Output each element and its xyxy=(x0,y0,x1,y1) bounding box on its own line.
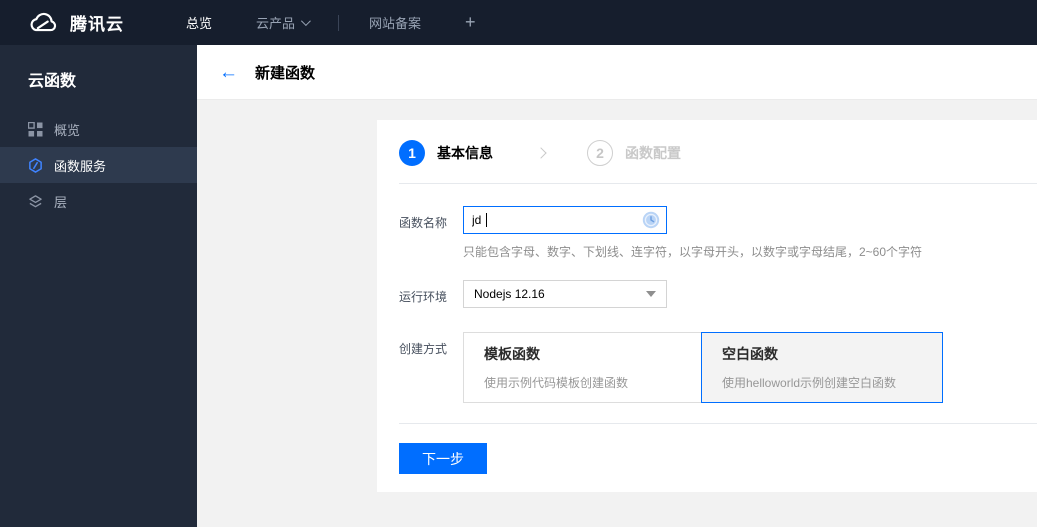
runtime-label: 运行环境 xyxy=(399,290,448,304)
divider xyxy=(399,423,1037,424)
text-cursor xyxy=(486,213,487,227)
content-area: 1 基本信息 2 函数配置 函数名称 jd 只能包含字母、数字、下划线、连字符，… xyxy=(197,100,1037,527)
brand-name: 腾讯云 xyxy=(70,15,124,34)
caret-down-icon xyxy=(646,291,656,297)
sidebar-item-layers[interactable]: 层 xyxy=(0,183,197,219)
layers-icon xyxy=(28,194,43,209)
sidebar-item-label: 函数服务 xyxy=(54,158,107,174)
sidebar-item-overview[interactable]: 概览 xyxy=(0,111,197,147)
function-name-help-text: 只能包含字母、数字、下划线、连字符，以字母开头，以数字或字母结尾，2~60个字符 xyxy=(463,245,923,259)
function-name-input[interactable] xyxy=(463,206,667,234)
creation-method-options: 模板函数 使用示例代码模板创建函数 空白函数 使用helloworld示例创建空… xyxy=(463,332,943,403)
step-2-circle: 2 xyxy=(587,140,613,166)
validating-clock-icon xyxy=(642,211,660,234)
function-name-label: 函数名称 xyxy=(399,216,448,230)
option-blank-function[interactable]: 空白函数 使用helloworld示例创建空白函数 xyxy=(701,332,943,403)
grid-icon xyxy=(28,121,43,137)
create-function-card: 1 基本信息 2 函数配置 函数名称 jd 只能包含字母、数字、下划线、连字符，… xyxy=(377,120,1037,492)
function-name-row: 函数名称 xyxy=(399,206,1037,234)
chevron-right-icon xyxy=(535,147,547,159)
creation-method-row: 创建方式 模板函数 使用示例代码模板创建函数 空白函数 使用helloworld… xyxy=(399,332,1037,403)
option-description: 使用示例代码模板创建函数 xyxy=(484,376,629,390)
runtime-row: 运行环境 Nodejs 12.16 xyxy=(399,280,1037,308)
sidebar-item-function-service[interactable]: 函数服务 xyxy=(0,147,197,183)
top-nav-menu: 总览 云产品 网站备案 xyxy=(164,0,443,45)
chevron-down-icon xyxy=(300,16,311,27)
tencent-cloud-logo[interactable]: 腾讯云 xyxy=(26,10,124,35)
sidebar-item-label: 概览 xyxy=(54,122,81,138)
option-template-function[interactable]: 模板函数 使用示例代码模板创建函数 xyxy=(463,332,702,403)
step-1-label: 基本信息 xyxy=(437,145,493,161)
function-name-input-wrap xyxy=(463,206,667,234)
step-1-circle: 1 xyxy=(399,140,425,166)
function-hexagon-icon xyxy=(28,157,43,173)
sidebar: 云函数 概览 函数服务 层 xyxy=(0,45,197,527)
creation-method-label: 创建方式 xyxy=(399,342,448,356)
top-navigation: 腾讯云 总览 云产品 网站备案 + xyxy=(0,0,1037,45)
cloud-logo-icon xyxy=(26,11,60,35)
step-2-label: 函数配置 xyxy=(625,145,681,161)
option-description: 使用helloworld示例创建空白函数 xyxy=(722,376,897,390)
sidebar-item-label: 层 xyxy=(54,194,68,210)
nav-item-website-icp[interactable]: 网站备案 xyxy=(347,0,443,45)
runtime-select[interactable]: Nodejs 12.16 xyxy=(463,280,667,308)
step-indicator: 1 基本信息 2 函数配置 xyxy=(399,140,1037,166)
page-header: ← 新建函数 xyxy=(197,45,1037,100)
add-nav-shortcut-button[interactable]: + xyxy=(465,12,476,33)
nav-item-overview[interactable]: 总览 xyxy=(164,0,234,45)
option-title: 空白函数 xyxy=(722,346,778,362)
nav-item-cloud-products[interactable]: 云产品 xyxy=(234,0,330,45)
divider xyxy=(399,183,1037,184)
next-step-button[interactable]: 下一步 xyxy=(399,443,487,474)
option-title: 模板函数 xyxy=(484,346,540,362)
runtime-selected-value: Nodejs 12.16 xyxy=(474,287,545,301)
sidebar-title: 云函数 xyxy=(28,73,77,90)
page-title: 新建函数 xyxy=(255,64,316,82)
back-arrow-button[interactable]: ← xyxy=(219,63,238,82)
nav-divider xyxy=(338,14,340,31)
